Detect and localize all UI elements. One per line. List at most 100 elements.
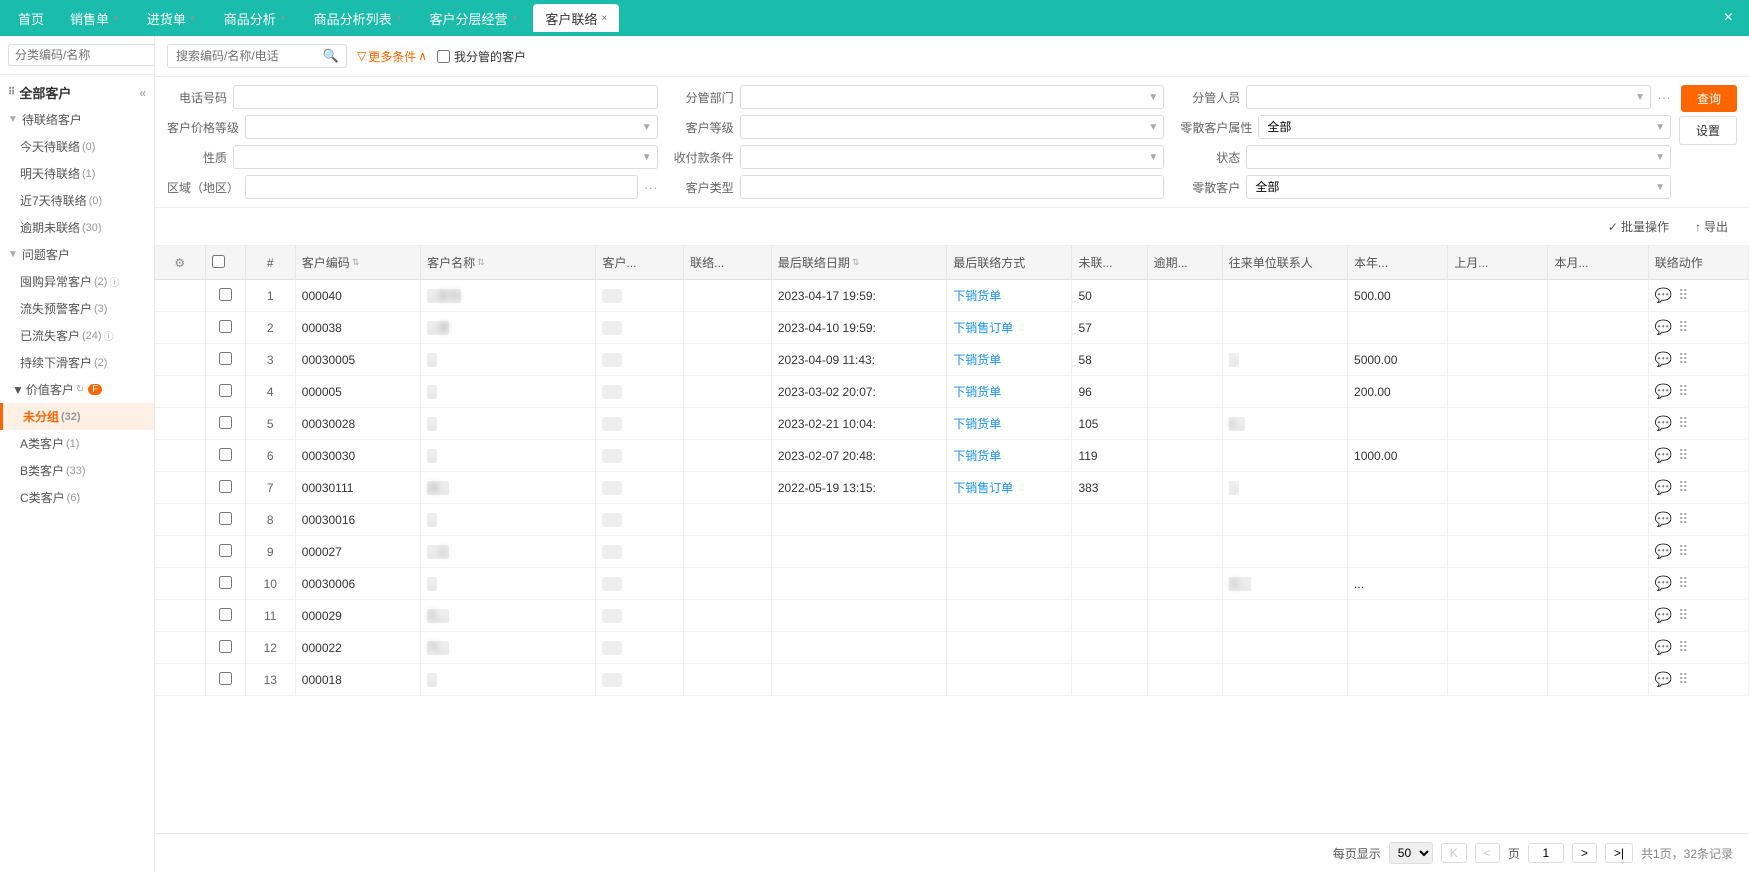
tab-product-analysis-list[interactable]: 商品分析列表 × — [302, 4, 414, 32]
apps-icon-8[interactable]: ⠿ — [1678, 543, 1688, 560]
contact-way-link-1[interactable]: 下销售订单 — [953, 321, 1013, 335]
chat-icon-2[interactable]: 💬 — [1655, 351, 1672, 368]
tab-purchase-order[interactable]: 进货单 × — [135, 4, 208, 32]
region-select[interactable] — [245, 175, 638, 199]
sidebar-item-unclassified[interactable]: 未分组 (32) — [0, 403, 154, 430]
group-problem-customers[interactable]: ▼ 问题客户 — [0, 241, 154, 268]
row-check-8[interactable] — [205, 536, 245, 568]
collapse-icon[interactable]: « — [139, 86, 146, 100]
window-close-button[interactable]: × — [1716, 9, 1741, 27]
row-checkbox-0[interactable] — [219, 288, 232, 301]
row-check-3[interactable] — [205, 376, 245, 408]
nature-select[interactable] — [233, 145, 658, 169]
close-product-analysis-icon[interactable]: × — [280, 13, 286, 24]
row-checkbox-2[interactable] — [219, 352, 232, 365]
close-product-analysis-list-icon[interactable]: × — [396, 13, 402, 24]
sidebar-item-7days-pending[interactable]: 近7天待联络 (0) — [0, 187, 154, 214]
chat-icon-5[interactable]: 💬 — [1655, 447, 1672, 464]
sidebar-item-today-pending[interactable]: 今天待联络 (0) — [0, 133, 154, 160]
sort-icon-3[interactable]: ⇅ — [852, 257, 860, 268]
row-checkbox-8[interactable] — [219, 544, 232, 557]
row-check-10[interactable] — [205, 600, 245, 632]
row-checkbox-12[interactable] — [219, 672, 232, 685]
dept-select[interactable] — [740, 85, 1165, 109]
apps-icon-9[interactable]: ⠿ — [1678, 575, 1688, 592]
close-customer-segment-icon[interactable]: × — [511, 13, 517, 24]
customer-type-input[interactable] — [740, 175, 1165, 199]
row-checkbox-3[interactable] — [219, 384, 232, 397]
apps-icon-4[interactable]: ⠿ — [1678, 415, 1688, 432]
close-purchase-order-icon[interactable]: × — [190, 13, 196, 24]
row-checkbox-6[interactable] — [219, 480, 232, 493]
my-customers-checkbox[interactable]: 我分管的客户 — [437, 48, 526, 65]
row-check-1[interactable] — [205, 312, 245, 344]
export-button[interactable]: ↑ 导出 — [1686, 214, 1737, 239]
filter-search-input[interactable] — [167, 44, 347, 68]
home-tab[interactable]: 首页 — [8, 9, 54, 28]
sidebar-item-churned[interactable]: 已流失客户 (24) ⓘ — [0, 322, 154, 349]
row-check-9[interactable] — [205, 568, 245, 600]
group-value-customers-header[interactable]: ▼ 价值客户 ↻ F — [0, 376, 154, 403]
chat-icon-11[interactable]: 💬 — [1655, 639, 1672, 656]
row-check-12[interactable] — [205, 664, 245, 696]
region-dots-icon[interactable]: ··· — [644, 179, 658, 195]
row-checkbox-4[interactable] — [219, 416, 232, 429]
contact-way-link-3[interactable]: 下销货单 — [953, 385, 1001, 399]
chat-icon-9[interactable]: 💬 — [1655, 575, 1672, 592]
chat-icon-10[interactable]: 💬 — [1655, 607, 1672, 624]
row-check-0[interactable] — [205, 280, 245, 312]
last-page-button[interactable]: >| — [1605, 843, 1633, 863]
manager-select[interactable] — [1246, 85, 1651, 109]
row-check-4[interactable] — [205, 408, 245, 440]
first-page-button[interactable]: K — [1441, 843, 1467, 863]
contact-way-link-5[interactable]: 下销货单 — [953, 449, 1001, 463]
sidebar-item-tomorrow-pending[interactable]: 明天待联络 (1) — [0, 160, 154, 187]
query-button[interactable]: 查询 — [1681, 85, 1737, 112]
sidebar-item-class-c[interactable]: C类客户 (6) — [0, 484, 154, 511]
price-level-select[interactable] — [245, 115, 658, 139]
chat-icon-3[interactable]: 💬 — [1655, 383, 1672, 400]
refresh-icon[interactable]: ↻ — [76, 384, 84, 395]
retail-attr-select[interactable]: 全部 — [1258, 115, 1671, 139]
retail-customer-select[interactable]: 全部 — [1246, 175, 1671, 199]
apps-icon-0[interactable]: ⠿ — [1678, 287, 1688, 304]
apps-icon-3[interactable]: ⠿ — [1678, 383, 1688, 400]
payment-select[interactable] — [740, 145, 1165, 169]
manager-dots-icon[interactable]: ··· — [1657, 89, 1671, 105]
row-checkbox-11[interactable] — [219, 640, 232, 653]
row-checkbox-9[interactable] — [219, 576, 232, 589]
apps-icon-12[interactable]: ⠿ — [1678, 671, 1688, 688]
apps-icon-5[interactable]: ⠿ — [1678, 447, 1688, 464]
sort-icon-2[interactable]: ⇅ — [477, 257, 485, 268]
apps-icon-6[interactable]: ⠿ — [1678, 479, 1688, 496]
row-check-2[interactable] — [205, 344, 245, 376]
row-check-11[interactable] — [205, 632, 245, 664]
row-checkbox-5[interactable] — [219, 448, 232, 461]
tab-customer-segment[interactable]: 客户分层经营 × — [417, 4, 529, 32]
row-checkbox-10[interactable] — [219, 608, 232, 621]
sidebar-item-declining[interactable]: 持续下滑客户 (2) — [0, 349, 154, 376]
batch-ops-button[interactable]: ✓ 批量操作 — [1599, 214, 1678, 239]
tab-product-analysis[interactable]: 商品分析 × — [212, 4, 298, 32]
close-customer-contact-icon[interactable]: × — [601, 13, 607, 24]
row-checkbox-7[interactable] — [219, 512, 232, 525]
reset-button[interactable]: 设置 — [1679, 116, 1737, 145]
row-check-6[interactable] — [205, 472, 245, 504]
select-all-checkbox[interactable] — [212, 255, 225, 268]
sidebar-item-churn-warning[interactable]: 流失预警客户 (3) — [0, 295, 154, 322]
tab-customer-contact[interactable]: 客户联络 × — [533, 4, 619, 32]
chat-icon-12[interactable]: 💬 — [1655, 671, 1672, 688]
chat-icon-8[interactable]: 💬 — [1655, 543, 1672, 560]
filter-search-icon[interactable]: 🔍 — [323, 48, 339, 64]
apps-icon-7[interactable]: ⠿ — [1678, 511, 1688, 528]
apps-icon-11[interactable]: ⠿ — [1678, 639, 1688, 656]
apps-icon-10[interactable]: ⠿ — [1678, 607, 1688, 624]
my-customers-check[interactable] — [437, 50, 450, 63]
col-settings[interactable]: ⚙ — [155, 246, 205, 280]
apps-icon-2[interactable]: ⠿ — [1678, 351, 1688, 368]
row-checkbox-1[interactable] — [219, 320, 232, 333]
chat-icon-4[interactable]: 💬 — [1655, 415, 1672, 432]
row-check-7[interactable] — [205, 504, 245, 536]
chat-icon-1[interactable]: 💬 — [1655, 319, 1672, 336]
more-conditions-button[interactable]: ▽ 更多条件 ∧ — [357, 48, 427, 65]
